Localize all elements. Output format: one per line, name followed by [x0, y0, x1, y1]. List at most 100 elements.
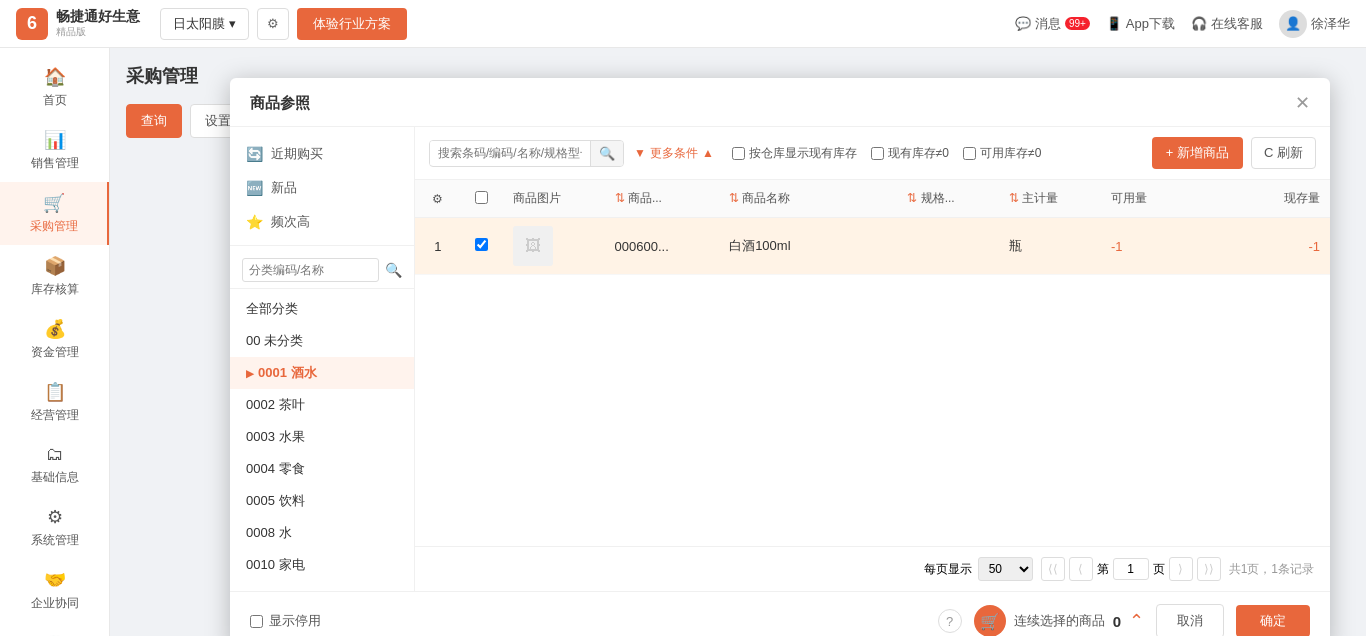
category-water-label: 0008 水 [246, 524, 292, 542]
tab-new-label: 新品 [271, 179, 297, 197]
category-tea[interactable]: 0002 茶叶 [230, 389, 414, 421]
col-settings[interactable]: ⚙ [415, 180, 461, 218]
category-uncategorized[interactable]: 00 未分类 [230, 325, 414, 357]
category-search: 🔍 [230, 252, 414, 289]
search-button[interactable]: 🔍 [590, 141, 623, 166]
table-row[interactable]: 1 🖼 000600... 白酒100ml 瓶 -1 [415, 218, 1330, 275]
finance-icon: 💰 [44, 318, 66, 340]
sidebar-item-sales[interactable]: 📊 销售管理 [0, 119, 109, 182]
confirm-button[interactable]: 确定 [1236, 605, 1310, 636]
top-nav: 6 畅捷通好生意 精品版 日太阳膜 ▾ ⚙ 体验行业方案 💬 消息 99+ 📱 … [0, 0, 1366, 48]
sidebar-label-inventory: 库存核算 [31, 281, 79, 298]
star-icon: ⭐ [246, 214, 263, 230]
last-page-button[interactable]: ⟩⟩ [1197, 557, 1221, 581]
tab-frequent[interactable]: ⭐ 频次高 [230, 205, 414, 239]
col-name[interactable]: ⇅ 商品名称 [719, 180, 897, 218]
page-size-select: 每页显示 50 20 100 [924, 557, 1033, 581]
row-select-checkbox[interactable] [475, 238, 488, 251]
row-available: -1 [1101, 218, 1228, 275]
category-all[interactable]: 全部分类 [230, 293, 414, 325]
home-icon: 🏠 [44, 66, 66, 88]
checkbox-by-warehouse[interactable]: 按仓库显示现有库存 [732, 145, 857, 162]
notify-badge: 99+ [1065, 17, 1090, 30]
refresh-button[interactable]: C 刷新 [1251, 137, 1316, 169]
modal-header: 商品参照 ✕ [230, 78, 1330, 127]
col-name-label: 商品名称 [742, 191, 790, 205]
category-fruit[interactable]: 0003 水果 [230, 421, 414, 453]
user-info[interactable]: 👤 徐泽华 [1279, 10, 1350, 38]
checkbox-by-warehouse-input[interactable] [732, 147, 745, 160]
prev-page-button[interactable]: ⟨ [1069, 557, 1093, 581]
sidebar-item-inventory[interactable]: 📦 库存核算 [0, 245, 109, 308]
category-search-input[interactable] [242, 258, 379, 282]
system-icon: ⚙ [47, 506, 63, 528]
col-spec[interactable]: ⇅ 规格... [897, 180, 999, 218]
category-water[interactable]: 0008 水 [230, 517, 414, 549]
checkbox-available-not-zero[interactable]: 可用库存≠0 [963, 145, 1041, 162]
filter-button[interactable]: ▼ 更多条件 ▲ [634, 145, 714, 162]
notify-button[interactable]: 💬 消息 99+ [1015, 15, 1090, 33]
sidebar-item-purchase[interactable]: 🛒 采购管理 [0, 182, 109, 245]
tab-recent[interactable]: 🔄 近期购买 [230, 137, 414, 171]
category-snack[interactable]: 0004 零食 [230, 453, 414, 485]
category-drink-label: 0005 饮料 [246, 492, 305, 510]
headset-icon: 🎧 [1191, 16, 1207, 31]
first-page-button[interactable]: ⟨⟨ [1041, 557, 1065, 581]
sidebar: 🏠 首页 📊 销售管理 🛒 采购管理 📦 库存核算 💰 资金管理 📋 经营管理 … [0, 48, 110, 636]
cart-count: 0 [1113, 613, 1121, 630]
sidebar-item-finance[interactable]: 💰 资金管理 [0, 308, 109, 371]
sidebar-item-guide[interactable]: 📖 新手引导 [0, 622, 109, 636]
col-checkbox[interactable] [461, 180, 503, 218]
page-input[interactable] [1113, 558, 1149, 580]
sales-icon: 📊 [44, 129, 66, 151]
close-icon[interactable]: ✕ [1295, 92, 1310, 114]
query-button[interactable]: 查询 [126, 104, 182, 138]
category-appliance[interactable]: 0010 家电 [230, 549, 414, 581]
settings-button[interactable]: ⚙ [257, 8, 289, 40]
left-panel: 🔄 近期购买 🆕 新品 ⭐ 频次高 [230, 127, 415, 591]
sidebar-item-collab[interactable]: 🤝 企业协同 [0, 559, 109, 622]
page-size-label: 每页显示 [924, 561, 972, 578]
dropdown-selector[interactable]: 日太阳膜 ▾ [160, 8, 249, 40]
add-product-button[interactable]: + 新增商品 [1152, 137, 1243, 169]
logo-sub: 精品版 [56, 25, 140, 39]
tab-new[interactable]: 🆕 新品 [230, 171, 414, 205]
cancel-button[interactable]: 取消 [1156, 604, 1224, 636]
col-unit[interactable]: ⇅ 主计量 [999, 180, 1101, 218]
cart-area[interactable]: 🛒 连续选择的商品 0 ⌃ [974, 605, 1144, 636]
help-icon[interactable]: ? [938, 609, 962, 633]
row-checkbox[interactable] [461, 218, 503, 275]
category-all-label: 全部分类 [246, 300, 298, 318]
tab-frequent-label: 频次高 [271, 213, 310, 231]
service-button[interactable]: 🎧 在线客服 [1191, 15, 1263, 33]
select-all-checkbox[interactable] [475, 191, 488, 204]
app-download-button[interactable]: 📱 App下载 [1106, 15, 1175, 33]
product-search-input[interactable] [430, 141, 590, 165]
sidebar-item-operation[interactable]: 📋 经营管理 [0, 371, 109, 434]
next-page-button[interactable]: ⟩ [1169, 557, 1193, 581]
dropdown-label: 日太阳膜 [173, 15, 225, 33]
sort-icon-name: ⇅ [729, 191, 739, 205]
sidebar-label-basic: 基础信息 [31, 469, 79, 486]
collapse-cart-icon[interactable]: ⌃ [1129, 610, 1144, 632]
show-disabled-input[interactable] [250, 615, 263, 628]
page-size-dropdown[interactable]: 50 20 100 [978, 557, 1033, 581]
checkbox-stock-not-zero-input[interactable] [871, 147, 884, 160]
service-label: 在线客服 [1211, 15, 1263, 33]
checkbox-group: 按仓库显示现有库存 现有库存≠0 可用库存≠0 [732, 145, 1042, 162]
trial-button[interactable]: 体验行业方案 [297, 8, 407, 40]
sidebar-item-home[interactable]: 🏠 首页 [0, 56, 109, 119]
category-wine-label: 0001 酒水 [258, 364, 317, 382]
col-code[interactable]: ⇅ 商品... [605, 180, 720, 218]
search-icon[interactable]: 🔍 [385, 262, 402, 278]
row-image: 🖼 [503, 218, 605, 275]
sidebar-item-system[interactable]: ⚙ 系统管理 [0, 496, 109, 559]
category-drink[interactable]: 0005 饮料 [230, 485, 414, 517]
sidebar-item-basic[interactable]: 🗂 基础信息 [0, 434, 109, 496]
checkbox-stock-not-zero[interactable]: 现有库存≠0 [871, 145, 949, 162]
search-toolbar: 🔍 ▼ 更多条件 ▲ 按仓库显示现有库存 [415, 127, 1330, 180]
checkbox-available-not-zero-input[interactable] [963, 147, 976, 160]
category-wine[interactable]: ▶ 0001 酒水 [230, 357, 414, 389]
product-reference-modal: 商品参照 ✕ 🔄 近期购买 🆕 新品 [230, 78, 1330, 636]
show-disabled-checkbox[interactable]: 显示停用 [250, 612, 321, 630]
